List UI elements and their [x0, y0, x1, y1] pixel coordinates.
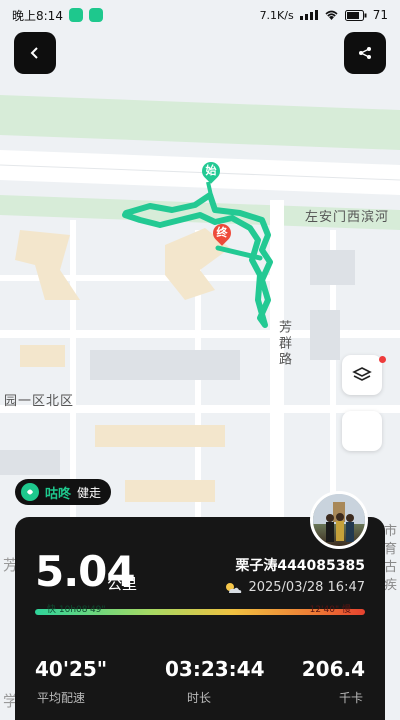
battery-icon: [344, 9, 367, 21]
notification-dot: [379, 356, 386, 363]
network-speed: 7.1K/s: [259, 8, 294, 22]
codoon-logo-icon: [21, 483, 39, 501]
layers-icon: [352, 367, 372, 381]
share-button[interactable]: [344, 32, 386, 74]
edge-label-right-4: 疾: [384, 578, 399, 593]
edge-label-right-3: 古: [384, 560, 399, 575]
activity-type: 健走: [77, 485, 102, 500]
avg-pace-label: 平均配速: [37, 691, 86, 705]
map-layers-button[interactable]: [342, 355, 382, 395]
pace-fast-label: 快 10h08'49": [47, 605, 106, 615]
back-arrow-icon: [30, 47, 38, 59]
avatar[interactable]: [310, 491, 368, 549]
status-left: 晚上8:14: [12, 7, 103, 24]
battery-level: 71: [372, 8, 388, 22]
map-control-button[interactable]: [342, 411, 382, 451]
partly-cloudy-icon: [226, 582, 242, 593]
pace-slow-label: 12'40" 慢: [309, 605, 351, 615]
weather-datetime: 2025/03/28 16:47: [224, 580, 365, 595]
start-marker-label: 始: [205, 164, 217, 177]
area-label: 园一区北区: [4, 394, 75, 409]
duration-value: 03:23:44: [165, 657, 265, 681]
brand-badge: 咕咚 健走: [15, 479, 112, 505]
calories-value: 206.4: [301, 657, 365, 681]
road-label-horizontal: 左安门西滨河: [305, 210, 390, 225]
back-button[interactable]: [14, 32, 56, 74]
end-marker-label: 终: [216, 226, 228, 239]
duration-label: 时长: [187, 691, 212, 705]
username: 栗子涛444085385: [235, 558, 365, 574]
status-time: 晚上8:14: [12, 8, 63, 23]
app-notification-icon-2: [88, 8, 103, 22]
brand-name: 咕咚: [45, 486, 72, 502]
activity-datetime: 2025/03/28 16:47: [248, 580, 365, 595]
edge-label-right-2: 育: [384, 542, 399, 557]
status-right: 7.1K/s 71: [260, 8, 388, 22]
distance-unit: 公里: [107, 575, 138, 593]
status-bar: 晚上8:14 7.1K/s 71: [0, 0, 400, 30]
wifi-icon: [325, 10, 338, 20]
edge-label-right-1: 市: [384, 524, 399, 539]
avatar-photo: [313, 494, 365, 542]
cell-signal-icon: [299, 10, 318, 20]
share-icon: [359, 47, 371, 59]
avg-pace-value: 40'25": [35, 657, 108, 681]
calories-label: 千卡: [338, 691, 363, 705]
road-label-vertical: 芳群路: [276, 320, 291, 368]
app-notification-icon: [68, 8, 83, 22]
